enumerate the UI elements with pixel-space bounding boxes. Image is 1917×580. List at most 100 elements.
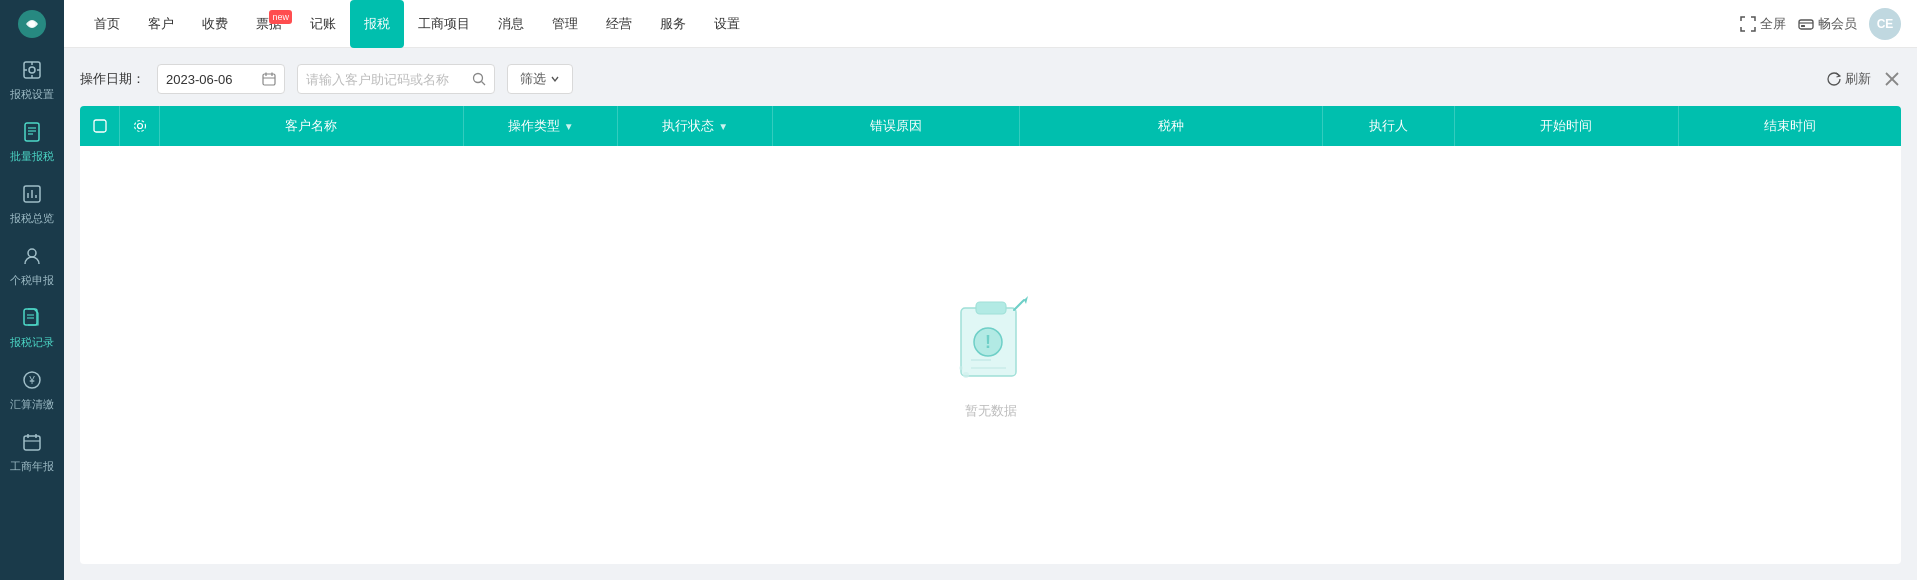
svg-rect-29: [263, 74, 275, 85]
refresh-label: 刷新: [1845, 70, 1871, 88]
date-input-wrap[interactable]: [157, 64, 285, 94]
nav-manage[interactable]: 管理: [538, 0, 592, 48]
gear-icon: [133, 119, 147, 133]
checkbox-icon: [93, 119, 107, 133]
batch-tax-icon: [18, 118, 46, 146]
content-area: 操作日期： 筛选: [64, 48, 1917, 580]
svg-point-16: [28, 249, 36, 257]
th-name: 客户名称: [160, 106, 464, 146]
nav-message[interactable]: 消息: [484, 0, 538, 48]
nav-customer[interactable]: 客户: [134, 0, 188, 48]
fullscreen-icon: [1740, 16, 1756, 32]
sidebar-item-label: 个税申报: [10, 273, 54, 288]
th-start-time: 开始时间: [1455, 106, 1678, 146]
nav-tax[interactable]: 报税: [350, 0, 404, 48]
sidebar-item-tax-record[interactable]: 报税记录: [0, 296, 64, 358]
calendar-icon: [262, 72, 276, 86]
search-input[interactable]: [306, 72, 466, 87]
svg-rect-41: [976, 302, 1006, 314]
close-icon: [1883, 70, 1901, 88]
nav-account[interactable]: 记账: [296, 0, 350, 48]
close-button[interactable]: [1883, 70, 1901, 88]
sidebar-item-label: 工商年报: [10, 459, 54, 474]
th-exec-status[interactable]: 执行状态 ▼: [618, 106, 773, 146]
tax-settings-icon: [18, 56, 46, 84]
avatar[interactable]: CE: [1869, 8, 1901, 40]
th-error-reason: 错误原因: [773, 106, 1019, 146]
sidebar-item-label: 批量报税: [10, 149, 54, 164]
filter-label: 筛选: [520, 70, 546, 88]
sidebar-item-settlement[interactable]: ¥ 汇算清缴: [0, 358, 64, 420]
svg-point-3: [29, 67, 35, 73]
nav-items: 首页 客户 收费 票据 new 记账 报税 工商项目 消息 管理 经营 服务 设…: [80, 0, 1740, 48]
toolbar: 操作日期： 筛选: [80, 64, 1901, 94]
th-tax-type: 税种: [1020, 106, 1324, 146]
sidebar-item-label: 汇算清缴: [10, 397, 54, 412]
fullscreen-label: 全屏: [1760, 15, 1786, 33]
th-end-time: 结束时间: [1679, 106, 1901, 146]
th-check[interactable]: [80, 106, 120, 146]
top-nav: 首页 客户 收费 票据 new 记账 报税 工商项目 消息 管理 经营 服务 设…: [64, 0, 1917, 48]
svg-line-42: [1014, 300, 1024, 310]
filter-button[interactable]: 筛选: [507, 64, 573, 94]
empty-state-icon: !: [946, 290, 1036, 390]
th-op-type[interactable]: 操作类型 ▼: [464, 106, 619, 146]
table-body: ! 暂无数据: [80, 146, 1901, 564]
date-label: 操作日期：: [80, 70, 145, 88]
personal-tax-icon: [18, 242, 46, 270]
sidebar-item-personal-tax[interactable]: 个税申报: [0, 234, 64, 296]
annual-report-icon: [18, 428, 46, 456]
tax-overview-icon: [18, 180, 46, 208]
svg-text:!: !: [985, 332, 991, 352]
search-icon: [472, 72, 486, 86]
sort-icon-status: ▼: [718, 121, 728, 132]
svg-rect-17: [24, 309, 37, 325]
sidebar-item-annual-report[interactable]: 工商年报: [0, 420, 64, 482]
nav-billing[interactable]: 收费: [188, 0, 242, 48]
tax-record-icon: [18, 304, 46, 332]
nav-invoice[interactable]: 票据 new: [242, 0, 296, 48]
sidebar-item-tax-overview[interactable]: 报税总览: [0, 172, 64, 234]
th-executor: 执行人: [1323, 106, 1455, 146]
sidebar-item-tax-settings[interactable]: 报税设置: [0, 48, 64, 110]
sidebar-item-label: 报税记录: [10, 335, 54, 350]
sidebar-item-label: 报税总览: [10, 211, 54, 226]
nav-right: 全屏 畅会员 CE: [1740, 8, 1901, 40]
svg-rect-28: [1801, 25, 1805, 27]
member-icon: [1798, 16, 1814, 32]
svg-text:¥: ¥: [28, 375, 35, 386]
th-gear[interactable]: [120, 106, 160, 146]
sidebar-item-label: 报税设置: [10, 87, 54, 102]
svg-marker-43: [1024, 296, 1028, 304]
empty-text: 暂无数据: [965, 402, 1017, 420]
svg-point-48: [963, 372, 969, 378]
empty-illustration: !: [946, 290, 1036, 390]
svg-point-49: [959, 366, 963, 370]
member-btn[interactable]: 畅会员: [1798, 15, 1857, 33]
search-wrap[interactable]: [297, 64, 495, 94]
nav-business[interactable]: 工商项目: [404, 0, 484, 48]
sort-icon-op: ▼: [564, 121, 574, 132]
member-label: 畅会员: [1818, 15, 1857, 33]
fullscreen-btn[interactable]: 全屏: [1740, 15, 1786, 33]
svg-rect-37: [94, 120, 106, 132]
chevron-down-icon: [550, 74, 560, 84]
svg-point-39: [134, 121, 145, 132]
table: 客户名称 操作类型 ▼ 执行状态 ▼ 错误原因 税种 执行人 开始时间 结束时间: [80, 106, 1901, 564]
invoice-badge: new: [269, 10, 292, 24]
svg-point-1: [29, 21, 35, 27]
svg-rect-22: [24, 436, 40, 450]
nav-service[interactable]: 服务: [646, 0, 700, 48]
svg-point-33: [474, 74, 483, 83]
svg-line-34: [482, 82, 486, 86]
nav-settings[interactable]: 设置: [700, 0, 754, 48]
svg-rect-8: [25, 123, 39, 141]
logo: [0, 0, 64, 48]
nav-home[interactable]: 首页: [80, 0, 134, 48]
settlement-icon: ¥: [18, 366, 46, 394]
nav-operation[interactable]: 经营: [592, 0, 646, 48]
sidebar-item-batch-tax[interactable]: 批量报税: [0, 110, 64, 172]
table-header: 客户名称 操作类型 ▼ 执行状态 ▼ 错误原因 税种 执行人 开始时间 结束时间: [80, 106, 1901, 146]
refresh-button[interactable]: 刷新: [1827, 70, 1871, 88]
date-input[interactable]: [166, 72, 256, 87]
